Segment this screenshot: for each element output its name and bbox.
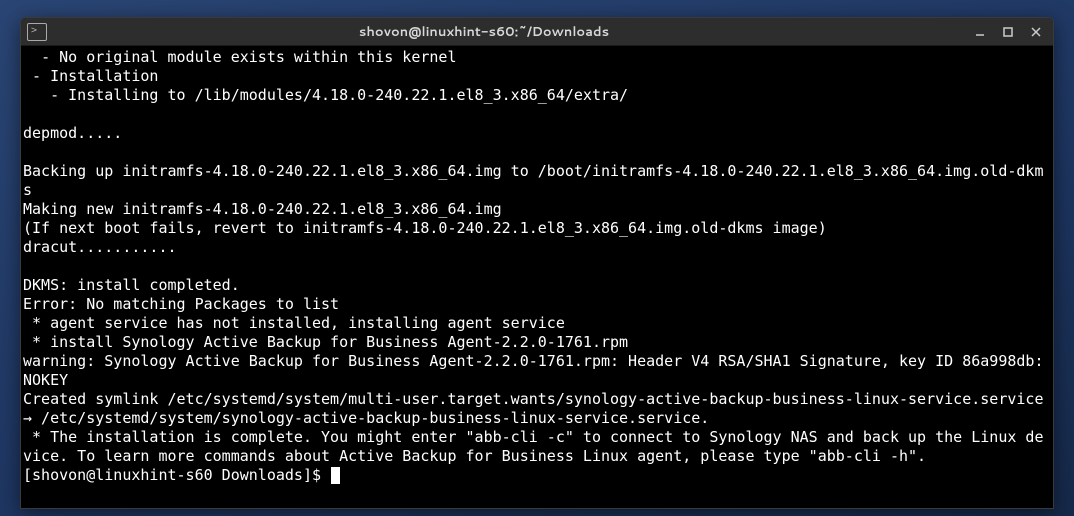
text-cursor (331, 467, 340, 484)
minimize-button[interactable] (973, 25, 987, 39)
maximize-button[interactable] (1001, 25, 1015, 39)
shell-prompt: [shovon@linuxhint-s60 Downloads]$ (23, 466, 330, 484)
window-title: shovon@linuxhint-s60:~/Downloads (20, 23, 973, 41)
terminal-output: - No original module exists within this … (23, 48, 1053, 465)
window-controls (973, 25, 1047, 39)
terminal-body[interactable]: - No original module exists within this … (21, 46, 1053, 508)
close-button[interactable] (1029, 25, 1043, 39)
desktop-background: shovon@linuxhint-s60:~/Downloads - No or… (0, 0, 1074, 516)
terminal-icon (27, 23, 47, 41)
window-titlebar[interactable]: shovon@linuxhint-s60:~/Downloads (21, 18, 1053, 46)
terminal-window: shovon@linuxhint-s60:~/Downloads - No or… (20, 17, 1054, 509)
